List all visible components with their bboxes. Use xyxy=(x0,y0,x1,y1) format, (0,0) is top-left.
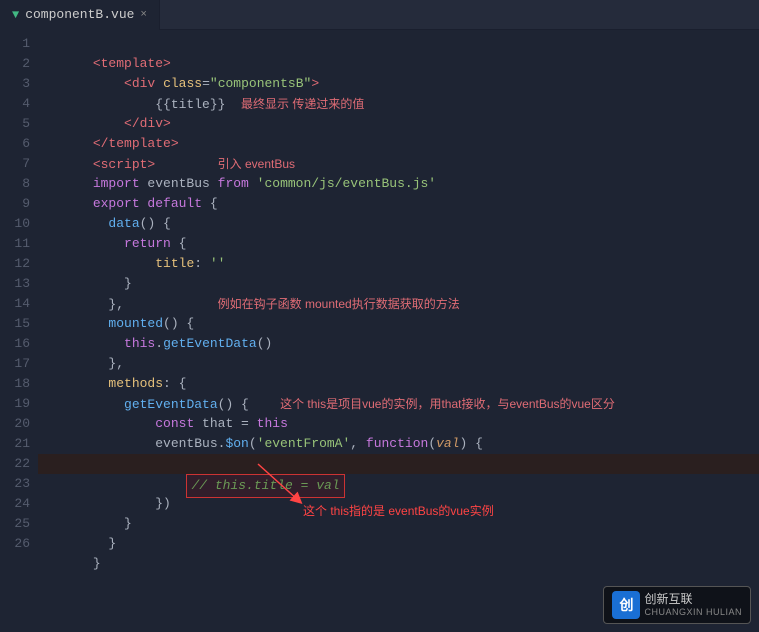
code-line-8: export default { xyxy=(38,174,759,194)
code-line-16: }, xyxy=(38,334,759,354)
code-line-5: </template> xyxy=(38,114,759,134)
tab-bar: ▼ componentB.vue × xyxy=(0,0,759,30)
code-line-6: <script> 引入 eventBus xyxy=(38,134,759,154)
tab-close-icon[interactable]: × xyxy=(140,9,147,21)
code-line-3: {{title}} 最终显示 传递过来的值 xyxy=(38,74,759,94)
vue-icon: ▼ xyxy=(12,8,19,22)
code-line-14: mounted() { xyxy=(38,294,759,314)
code-line-21: that.title = val xyxy=(38,434,759,454)
code-line-2: <div class="componentsB"> xyxy=(38,54,759,74)
code-line-12: } xyxy=(38,254,759,274)
code-line-9: data() { xyxy=(38,194,759,214)
code-area: <template> <div class="componentsB"> {{t… xyxy=(38,30,759,632)
code-line-26: } xyxy=(38,534,759,554)
code-line-20: eventBus.$on('eventFromA', function(val)… xyxy=(38,414,759,434)
tab-componentb[interactable]: ▼ componentB.vue × xyxy=(0,0,160,30)
code-line-1: <template> xyxy=(38,34,759,54)
watermark-text-block: 创新互联 CHUANGXIN HULIAN xyxy=(644,592,742,617)
editor: 1 2 3 4 5 6 7 8 9 10 11 12 13 14 15 16 1… xyxy=(0,30,759,632)
watermark-sub-text: CHUANGXIN HULIAN xyxy=(644,607,742,618)
code-line-11: title: '' xyxy=(38,234,759,254)
line-numbers: 1 2 3 4 5 6 7 8 9 10 11 12 13 14 15 16 1… xyxy=(0,30,38,632)
code-line-23: }) xyxy=(38,474,759,494)
code-line-18: getEventData() { 这个 this是项目vue的实例，用that接… xyxy=(38,374,759,394)
code-line-7: import eventBus from 'common/js/eventBus… xyxy=(38,154,759,174)
code-line-4: </div> xyxy=(38,94,759,114)
watermark-main-text: 创新互联 xyxy=(644,592,742,606)
code-line-19: const that = this xyxy=(38,394,759,414)
code-line-25: } xyxy=(38,514,759,534)
code-line-15: this.getEventData() xyxy=(38,314,759,334)
code-line-17: methods: { xyxy=(38,354,759,374)
watermark-logo-icon: 创 xyxy=(612,591,640,619)
code-line-13: }, 例如在钩子函数 mounted执行数据获取的方法 xyxy=(38,274,759,294)
tab-filename: componentB.vue xyxy=(25,7,134,22)
code-line-10: return { xyxy=(38,214,759,234)
watermark: 创 创新互联 CHUANGXIN HULIAN xyxy=(603,586,751,624)
code-line-22: // this.title = val xyxy=(38,454,759,474)
code-line-24: } xyxy=(38,494,759,514)
